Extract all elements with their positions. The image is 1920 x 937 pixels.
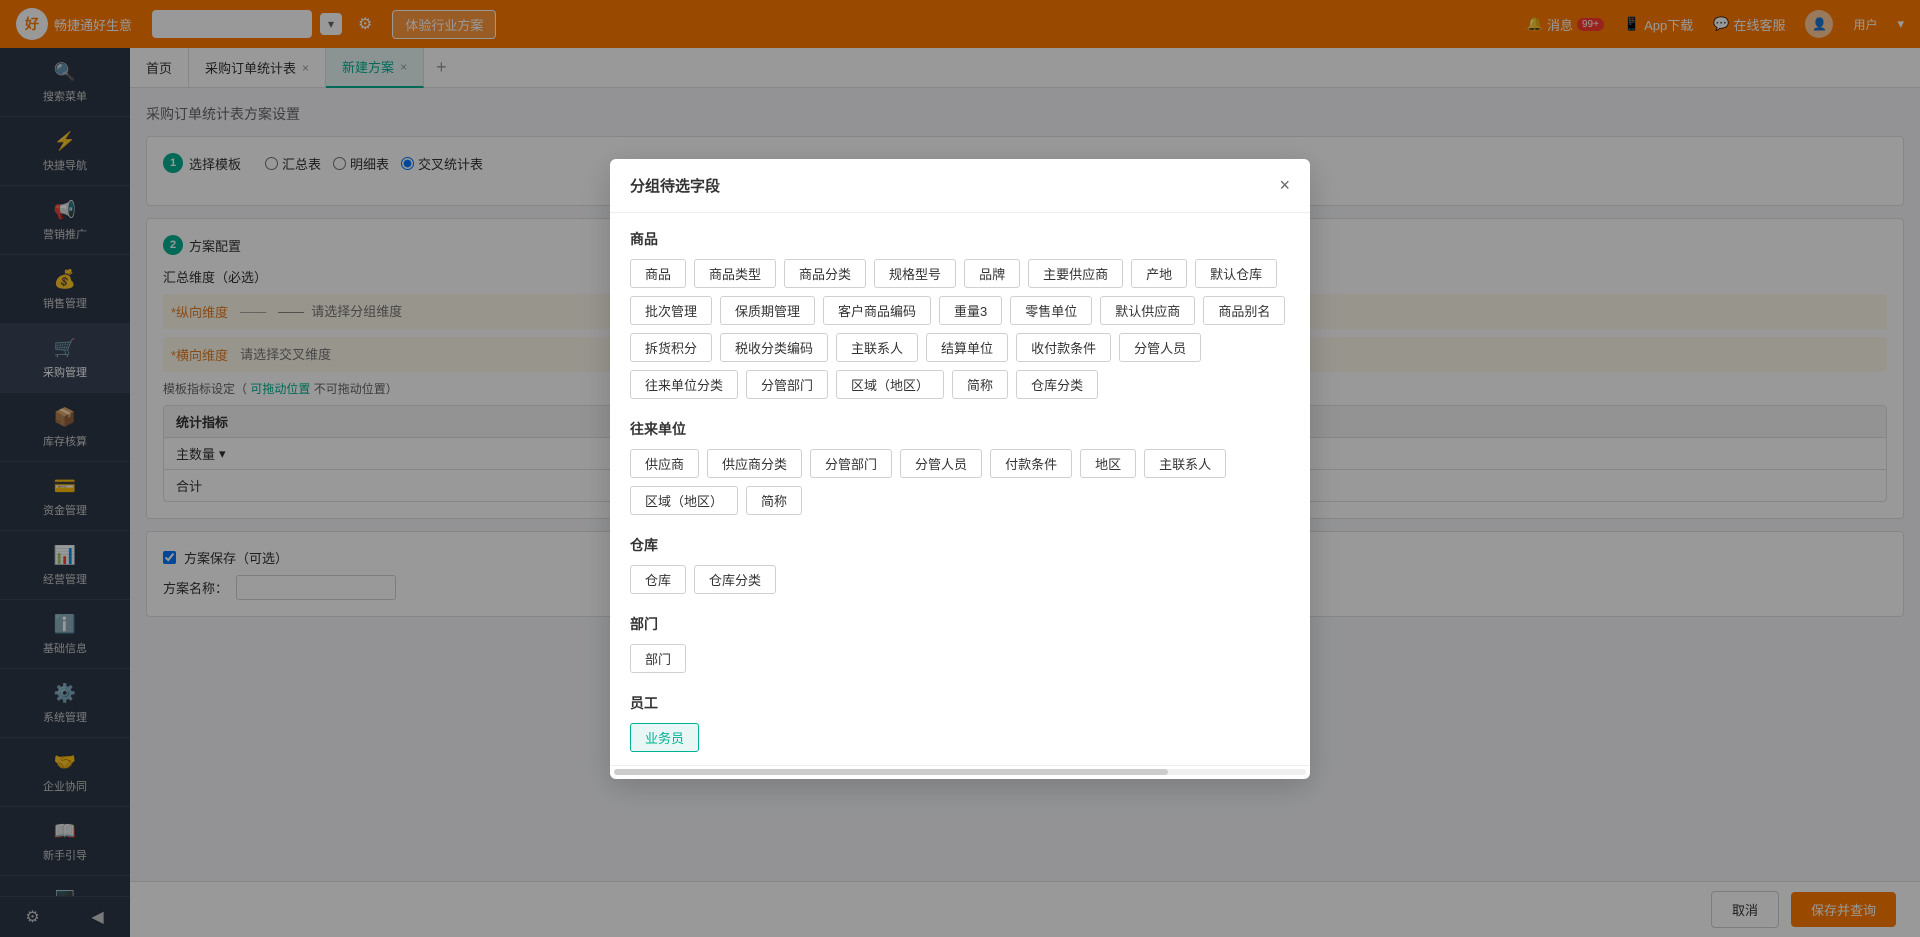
field-group-1: 往来单位供应商供应商分类分管部门分管人员付款条件地区主联系人区域（地区） 简称	[630, 419, 1290, 515]
field-tag-0-17[interactable]: 主联系人	[836, 333, 918, 362]
field-tag-4-0[interactable]: 业务员	[630, 723, 699, 752]
field-tag-0-10[interactable]: 客户商品编码	[823, 296, 931, 325]
field-tag-1-5[interactable]: 地区	[1080, 449, 1136, 478]
field-tag-0-25[interactable]: 仓库分类	[1016, 370, 1098, 399]
modal-dialog: 分组待选字段 × 商品商品商品类型商品分类规格型号品牌主要供应商产地默认仓库批次…	[610, 159, 1310, 779]
field-tag-1-4[interactable]: 付款条件	[990, 449, 1072, 478]
field-tag-0-20[interactable]: 分管人员	[1119, 333, 1201, 362]
hscroll-track[interactable]	[614, 769, 1306, 775]
field-tag-1-1[interactable]: 供应商分类	[707, 449, 802, 478]
field-tags-2: 仓库仓库分类	[630, 565, 1290, 594]
field-tag-0-18[interactable]: 结算单位	[926, 333, 1008, 362]
modal-body: 商品商品商品类型商品分类规格型号品牌主要供应商产地默认仓库批次管理保质期管理客户…	[610, 213, 1310, 765]
modal-header: 分组待选字段 ×	[610, 159, 1310, 213]
field-tag-0-2[interactable]: 商品分类	[784, 259, 866, 288]
hscroll-thumb[interactable]	[614, 769, 1168, 775]
field-tag-3-0[interactable]: 部门	[630, 644, 686, 673]
field-group-title-2: 仓库	[630, 535, 1290, 555]
modal-close-button[interactable]: ×	[1279, 175, 1290, 196]
field-tag-1-2[interactable]: 分管部门	[810, 449, 892, 478]
field-tags-4: 业务员	[630, 723, 1290, 752]
field-tag-1-7[interactable]: 区域（地区）	[630, 486, 738, 515]
field-tag-0-0[interactable]: 商品	[630, 259, 686, 288]
field-tag-0-9[interactable]: 保质期管理	[720, 296, 815, 325]
modal-title: 分组待选字段	[630, 175, 720, 196]
field-tag-0-3[interactable]: 规格型号	[874, 259, 956, 288]
field-tag-1-0[interactable]: 供应商	[630, 449, 699, 478]
field-tag-0-22[interactable]: 分管部门	[746, 370, 828, 399]
field-tag-0-7[interactable]: 默认仓库	[1195, 259, 1277, 288]
field-tag-0-11[interactable]: 重量3	[939, 296, 1002, 325]
field-tag-0-5[interactable]: 主要供应商	[1028, 259, 1123, 288]
field-tag-0-13[interactable]: 默认供应商	[1100, 296, 1195, 325]
field-tag-2-0[interactable]: 仓库	[630, 565, 686, 594]
field-tag-1-8[interactable]: 简称	[746, 486, 802, 515]
field-tag-0-23[interactable]: 区域（地区）	[836, 370, 944, 399]
field-group-title-1: 往来单位	[630, 419, 1290, 439]
field-group-0: 商品商品商品类型商品分类规格型号品牌主要供应商产地默认仓库批次管理保质期管理客户…	[630, 229, 1290, 399]
field-tag-0-15[interactable]: 拆货积分	[630, 333, 712, 362]
modal-footer-scrollbar[interactable]	[610, 765, 1310, 779]
field-group-title-4: 员工	[630, 693, 1290, 713]
modal-overlay: 分组待选字段 × 商品商品商品类型商品分类规格型号品牌主要供应商产地默认仓库批次…	[0, 0, 1920, 937]
field-tags-0: 商品商品类型商品分类规格型号品牌主要供应商产地默认仓库批次管理保质期管理客户商品…	[630, 259, 1290, 399]
field-tag-0-8[interactable]: 批次管理	[630, 296, 712, 325]
field-tag-0-16[interactable]: 税收分类编码	[720, 333, 828, 362]
field-tag-0-4[interactable]: 品牌	[964, 259, 1020, 288]
field-group-title-0: 商品	[630, 229, 1290, 249]
field-tag-0-12[interactable]: 零售单位	[1010, 296, 1092, 325]
field-group-3: 部门部门	[630, 614, 1290, 673]
field-group-title-3: 部门	[630, 614, 1290, 634]
field-tag-0-19[interactable]: 收付款条件	[1016, 333, 1111, 362]
field-tag-0-24[interactable]: 简称	[952, 370, 1008, 399]
field-tags-3: 部门	[630, 644, 1290, 673]
field-tag-0-21[interactable]: 往来单位分类	[630, 370, 738, 399]
field-group-2: 仓库仓库仓库分类	[630, 535, 1290, 594]
field-tag-0-1[interactable]: 商品类型	[694, 259, 776, 288]
field-group-4: 员工业务员	[630, 693, 1290, 752]
field-tags-1: 供应商供应商分类分管部门分管人员付款条件地区主联系人区域（地区） 简称	[630, 449, 1290, 515]
field-tag-1-3[interactable]: 分管人员	[900, 449, 982, 478]
field-tag-0-6[interactable]: 产地	[1131, 259, 1187, 288]
field-tag-1-6[interactable]: 主联系人	[1144, 449, 1226, 478]
field-tag-0-14[interactable]: 商品别名	[1203, 296, 1285, 325]
field-tag-2-1[interactable]: 仓库分类	[694, 565, 776, 594]
